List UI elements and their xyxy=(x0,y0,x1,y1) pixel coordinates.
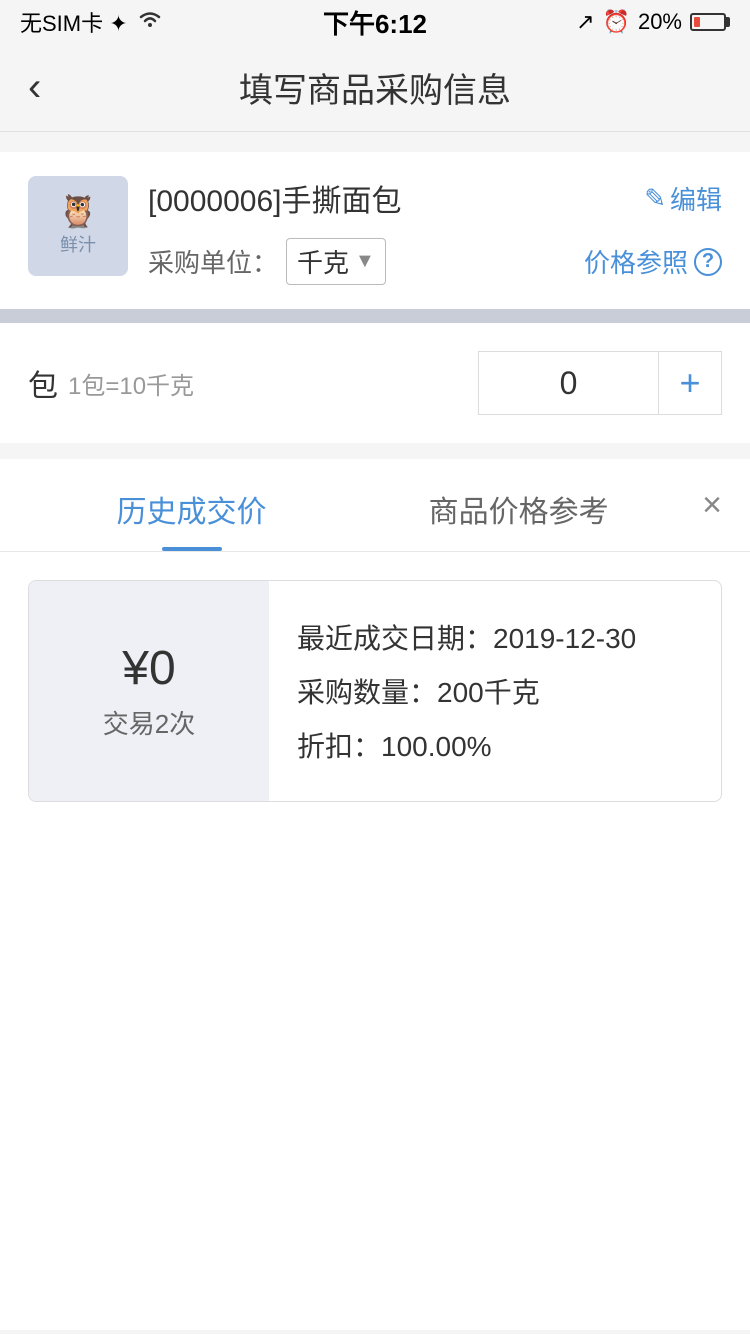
quantity-controls: + xyxy=(478,351,722,415)
location-icon: ↗ xyxy=(576,9,594,35)
tab-price-ref-label: 商品价格参考 xyxy=(429,496,609,529)
currency-symbol: ¥ xyxy=(122,642,149,695)
recent-date-value: 2019-12-30 xyxy=(493,623,636,654)
battery-icon xyxy=(690,13,730,31)
tab-history-price[interactable]: 历史成交价 xyxy=(28,459,355,551)
quantity-row: 包 1包=10千克 + xyxy=(0,323,750,443)
quantity-unit-label: 包 xyxy=(28,361,58,405)
alarm-icon: ⏰ xyxy=(603,9,630,35)
discount-value: 100.00% xyxy=(381,731,492,762)
tab-history-label: 历史成交价 xyxy=(117,496,267,529)
unit-selector-area: 采购单位： 千克 ▼ xyxy=(148,238,386,285)
tabs-row: 历史成交价 商品价格参考 × xyxy=(0,459,750,552)
product-card: 🦉 鲜汁 [0000006]手撕面包 ✎ 编辑 采购单位： 千克 ▼ 价格参照 … xyxy=(0,152,750,309)
price-reference-button[interactable]: 价格参照 ? xyxy=(584,243,722,280)
unit-value: 千克 xyxy=(297,243,349,280)
carrier-text: 无SIM卡 ✦ xyxy=(20,6,128,38)
purchase-qty-label: 采购数量： xyxy=(297,677,437,708)
status-right: ↗ ⏰ 20% xyxy=(576,9,730,35)
edit-button[interactable]: ✎ 编辑 xyxy=(644,180,722,217)
discount-row: 折扣：100.00% xyxy=(297,725,693,765)
price-ref-label: 价格参照 xyxy=(584,243,688,280)
recent-date-label: 最近成交日期： xyxy=(297,623,493,654)
section-divider xyxy=(0,309,750,323)
product-logo-icon: 🦉 xyxy=(58,195,98,227)
edit-icon: ✎ xyxy=(644,183,666,214)
purchase-qty-row: 采购数量：200千克 xyxy=(297,671,693,711)
product-unit-row: 采购单位： 千克 ▼ 价格参照 ? xyxy=(148,238,722,285)
trade-count: 交易2次 xyxy=(103,704,195,741)
quantity-label: 包 1包=10千克 xyxy=(28,361,194,405)
wifi-icon xyxy=(136,9,164,35)
quantity-plus-button[interactable]: + xyxy=(658,351,722,415)
status-left: 无SIM卡 ✦ xyxy=(20,6,164,38)
recent-date-row: 最近成交日期：2019-12-30 xyxy=(297,617,693,657)
discount-label: 折扣： xyxy=(297,731,381,762)
price-card: ¥0 交易2次 最近成交日期：2019-12-30 采购数量：200千克 折扣：… xyxy=(28,580,722,802)
price-card-left: ¥0 交易2次 xyxy=(29,581,269,801)
product-image: 🦉 鲜汁 xyxy=(28,176,128,276)
price-card-right: 最近成交日期：2019-12-30 采购数量：200千克 折扣：100.00% xyxy=(269,581,721,801)
amount-value: 0 xyxy=(149,642,176,695)
dropdown-arrow-icon: ▼ xyxy=(355,250,375,273)
page-title: 填写商品采购信息 xyxy=(239,63,511,112)
nav-bar: ‹ 填写商品采购信息 xyxy=(0,44,750,132)
unit-select-dropdown[interactable]: 千克 ▼ xyxy=(286,238,386,285)
product-header: [0000006]手撕面包 ✎ 编辑 xyxy=(148,176,722,220)
battery-percent: 20% xyxy=(638,9,682,35)
status-time: 下午6:12 xyxy=(323,4,427,41)
quantity-sub-unit: 1包=10千克 xyxy=(68,366,194,401)
quantity-input[interactable] xyxy=(478,351,658,415)
status-bar: 无SIM卡 ✦ 下午6:12 ↗ ⏰ 20% xyxy=(0,0,750,44)
purchase-qty-value: 200千克 xyxy=(437,677,540,708)
product-info: [0000006]手撕面包 ✎ 编辑 采购单位： 千克 ▼ 价格参照 ? xyxy=(148,176,722,285)
history-price-content: ¥0 交易2次 最近成交日期：2019-12-30 采购数量：200千克 折扣：… xyxy=(0,552,750,830)
price-ref-help-icon: ? xyxy=(694,248,722,276)
blank-area xyxy=(0,830,750,1330)
logo-sub-text: 鲜汁 xyxy=(60,231,96,257)
back-button[interactable]: ‹ xyxy=(28,65,41,110)
price-amount: ¥0 xyxy=(122,641,175,696)
edit-label: 编辑 xyxy=(670,180,722,217)
panel-container: 历史成交价 商品价格参考 × ¥0 交易2次 最近成交日期：2019-12-30… xyxy=(0,459,750,830)
product-name: [0000006]手撕面包 xyxy=(148,176,401,220)
purchase-unit-label: 采购单位： xyxy=(148,243,278,280)
tab-product-price-ref[interactable]: 商品价格参考 xyxy=(355,459,682,551)
panel-close-button[interactable]: × xyxy=(682,466,722,545)
